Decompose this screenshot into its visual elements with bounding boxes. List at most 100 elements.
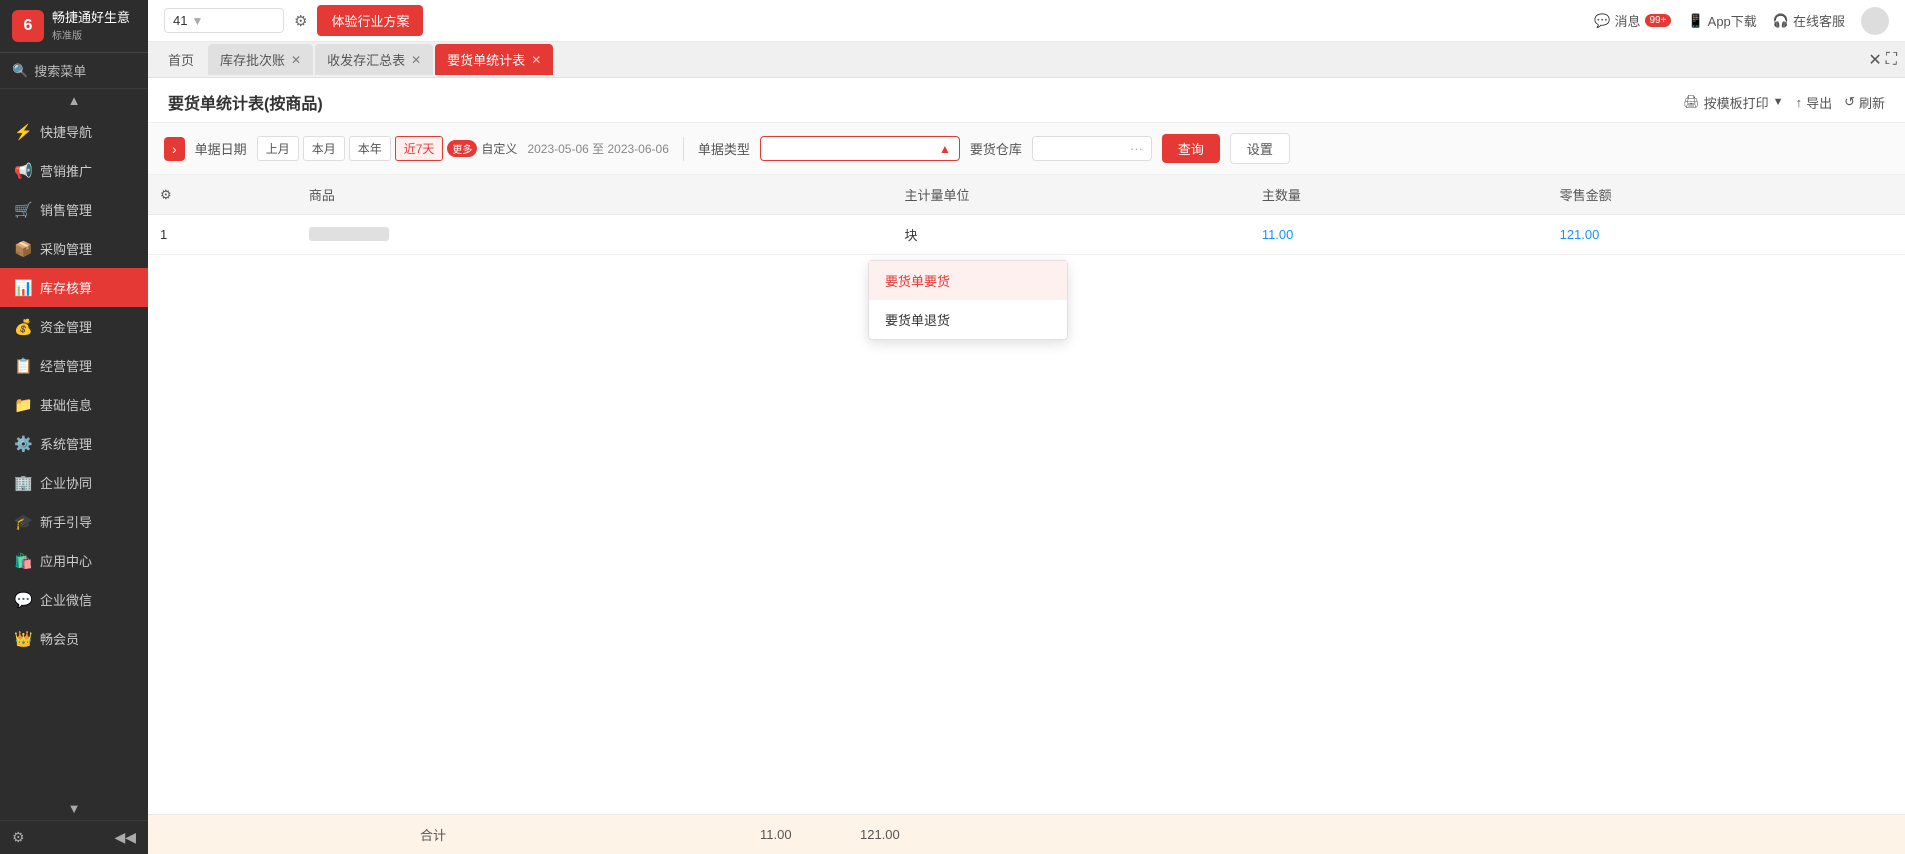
tab-receive-send-summary[interactable]: 收发存汇总表 ✕ — [315, 44, 433, 75]
row-quantity[interactable]: 11.00 — [1250, 215, 1548, 255]
query-btn[interactable]: 查询 — [1162, 134, 1220, 163]
guide-icon: 🎓 — [14, 513, 32, 531]
sales-icon: 🛒 — [14, 201, 32, 219]
filter-toggle-btn[interactable]: › — [164, 137, 185, 161]
collapse-icon[interactable]: ◀◀ — [114, 829, 136, 846]
tabs-bar: 首页 库存批次账 ✕ 收发存汇总表 ✕ 要货单统计表 ✕ ✕ ⛶ — [148, 42, 1905, 78]
tab-close-icon[interactable]: ✕ — [411, 53, 421, 67]
date-btn-this-month[interactable]: 本月 — [303, 136, 345, 161]
chevron-down-icon: ▼ — [1773, 96, 1784, 108]
export-btn[interactable]: ↑ 导出 — [1796, 93, 1833, 112]
finance-icon: 💰 — [14, 318, 32, 336]
date-btn-this-year[interactable]: 本年 — [349, 136, 391, 161]
tab-home[interactable]: 首页 — [156, 44, 206, 75]
refresh-icon: ↺ — [1844, 94, 1855, 110]
app-download-btn[interactable]: 📱 App下载 — [1687, 11, 1756, 30]
date-filter-label: 单据日期 — [195, 139, 247, 158]
refresh-btn[interactable]: ↺ 刷新 — [1844, 93, 1885, 112]
col-unit: 主计量单位 — [892, 175, 1249, 215]
col-settings: ⚙ — [148, 175, 297, 215]
sidebar-item-label: 采购管理 — [40, 239, 92, 258]
messages-btn[interactable]: 💬 消息 99+ — [1594, 11, 1671, 30]
vip-icon: 👑 — [14, 630, 32, 648]
app-logo-icon: 6 — [12, 10, 44, 42]
online-service-label: 在线客服 — [1793, 11, 1845, 30]
sidebar-item-marketing[interactable]: 📢 营销推广 — [0, 151, 148, 190]
doc-type-text-field[interactable] — [769, 141, 939, 156]
print-icon: 🖨 — [1683, 94, 1700, 110]
sidebar-item-label: 企业协同 — [40, 473, 92, 492]
inventory-icon: 📊 — [14, 279, 32, 297]
company-selector[interactable]: 41 ▼ — [164, 8, 284, 33]
sidebar-item-basics[interactable]: 📁 基础信息 — [0, 385, 148, 424]
tab-label: 库存批次账 — [220, 50, 285, 69]
sidebar-item-purchase[interactable]: 📦 采购管理 — [0, 229, 148, 268]
tab-inventory-batch[interactable]: 库存批次账 ✕ — [208, 44, 313, 75]
table-header-row: ⚙ 商品 主计量单位 主数量 零售金额 — [148, 175, 1905, 215]
row-retail-amount[interactable]: 121.00 — [1548, 215, 1905, 255]
warehouse-input[interactable]: ··· — [1032, 136, 1152, 161]
sidebar-search-label: 搜索菜单 — [34, 61, 86, 80]
date-btn-7days[interactable]: 近7天 — [395, 136, 444, 161]
user-avatar[interactable] — [1861, 7, 1889, 35]
sidebar-item-label: 资金管理 — [40, 317, 92, 336]
messages-badge: 99+ — [1645, 14, 1672, 27]
sidebar-item-vip[interactable]: 👑 畅会员 — [0, 619, 148, 658]
sidebar-item-label: 畅会员 — [40, 629, 79, 648]
main-content: 41 ▼ ⚙ 体验行业方案 💬 消息 99+ 📱 App下载 🎧 在线客服 首页 — [148, 0, 1905, 854]
sidebar-item-system[interactable]: ⚙️ 系统管理 — [0, 424, 148, 463]
sidebar-search[interactable]: 🔍 搜索菜单 — [0, 53, 148, 89]
tabs-close-all-btn[interactable]: ✕ — [1868, 50, 1881, 70]
sidebar-item-guide[interactable]: 🎓 新手引导 — [0, 502, 148, 541]
topbar: 41 ▼ ⚙ 体验行业方案 💬 消息 99+ 📱 App下载 🎧 在线客服 — [148, 0, 1905, 42]
sidebar-item-wechat[interactable]: 💬 企业微信 — [0, 580, 148, 619]
topbar-gear-icon[interactable]: ⚙ — [294, 12, 307, 30]
more-dates-badge[interactable]: 更多 — [447, 140, 477, 157]
app-download-label: App下载 — [1708, 11, 1757, 30]
data-table: ⚙ 商品 主计量单位 主数量 零售金额 1 — [148, 175, 1905, 255]
messages-label: 消息 — [1614, 11, 1640, 30]
more-options-icon[interactable]: ··· — [1130, 141, 1143, 156]
footer-quantity-total: 11.00 — [760, 827, 860, 842]
online-service-btn[interactable]: 🎧 在线客服 — [1773, 11, 1845, 30]
sidebar-item-inventory[interactable]: 📊 库存核算 — [0, 268, 148, 307]
data-table-wrap: ⚙ 商品 主计量单位 主数量 零售金额 1 — [148, 175, 1905, 255]
dropdown-item-order-goods[interactable]: 要货单要货 — [869, 261, 1067, 300]
col-quantity: 主数量 — [1250, 175, 1548, 215]
doc-type-arrow-icon[interactable]: ▲ — [939, 142, 951, 156]
settings-icon[interactable]: ⚙ — [12, 829, 25, 846]
quick-nav-icon: ⚡ — [14, 123, 32, 141]
date-filter-group: 上月 本月 本年 近7天 更多 自定义 — [257, 136, 518, 161]
tabs-expand-btn[interactable]: ⛶ — [1886, 51, 1897, 69]
sidebar-item-quick-nav[interactable]: ⚡ 快捷导航 — [0, 112, 148, 151]
date-btn-last-month[interactable]: 上月 — [257, 136, 299, 161]
sidebar-item-label: 企业微信 — [40, 590, 92, 609]
page-content: 要货单统计表(按商品) 🖨 按模板打印 ▼ ↑ 导出 ↺ 刷新 › — [148, 78, 1905, 854]
filter-bar: › 单据日期 上月 本月 本年 近7天 更多 自定义 2023-05-06 至 … — [148, 123, 1905, 175]
sidebar-scroll-up[interactable]: ▲ — [0, 89, 148, 112]
sidebar-item-operations[interactable]: 📋 经营管理 — [0, 346, 148, 385]
gear-icon[interactable]: ⚙ — [160, 187, 172, 202]
page-actions: 🖨 按模板打印 ▼ ↑ 导出 ↺ 刷新 — [1683, 93, 1885, 112]
sidebar-item-label: 系统管理 — [40, 434, 92, 453]
sidebar-item-label: 新手引导 — [40, 512, 92, 531]
custom-date-btn[interactable]: 自定义 — [481, 140, 517, 157]
sidebar-scroll-down[interactable]: ▼ — [0, 797, 148, 820]
warehouse-label: 要货仓库 — [970, 139, 1022, 158]
tabs-right-actions: ✕ ⛶ — [1868, 50, 1897, 70]
print-template-btn[interactable]: 🖨 按模板打印 ▼ — [1683, 93, 1783, 112]
doc-type-input[interactable]: ▲ — [760, 136, 960, 161]
tab-order-stats[interactable]: 要货单统计表 ✕ — [435, 44, 553, 75]
settings-btn[interactable]: 设置 — [1230, 133, 1290, 164]
message-icon: 💬 — [1594, 13, 1610, 29]
tab-close-icon[interactable]: ✕ — [291, 53, 301, 67]
sidebar-item-enterprise[interactable]: 🏢 企业协同 — [0, 463, 148, 502]
sidebar-item-finance[interactable]: 💰 资金管理 — [0, 307, 148, 346]
trial-btn[interactable]: 体验行业方案 — [317, 5, 423, 36]
sidebar-item-sales[interactable]: 🛒 销售管理 — [0, 190, 148, 229]
sidebar-item-label: 经营管理 — [40, 356, 92, 375]
sidebar-item-appstore[interactable]: 🛍️ 应用中心 — [0, 541, 148, 580]
enterprise-icon: 🏢 — [14, 474, 32, 492]
dropdown-item-return-goods[interactable]: 要货单退货 — [869, 300, 1067, 339]
tab-close-icon[interactable]: ✕ — [531, 53, 541, 67]
